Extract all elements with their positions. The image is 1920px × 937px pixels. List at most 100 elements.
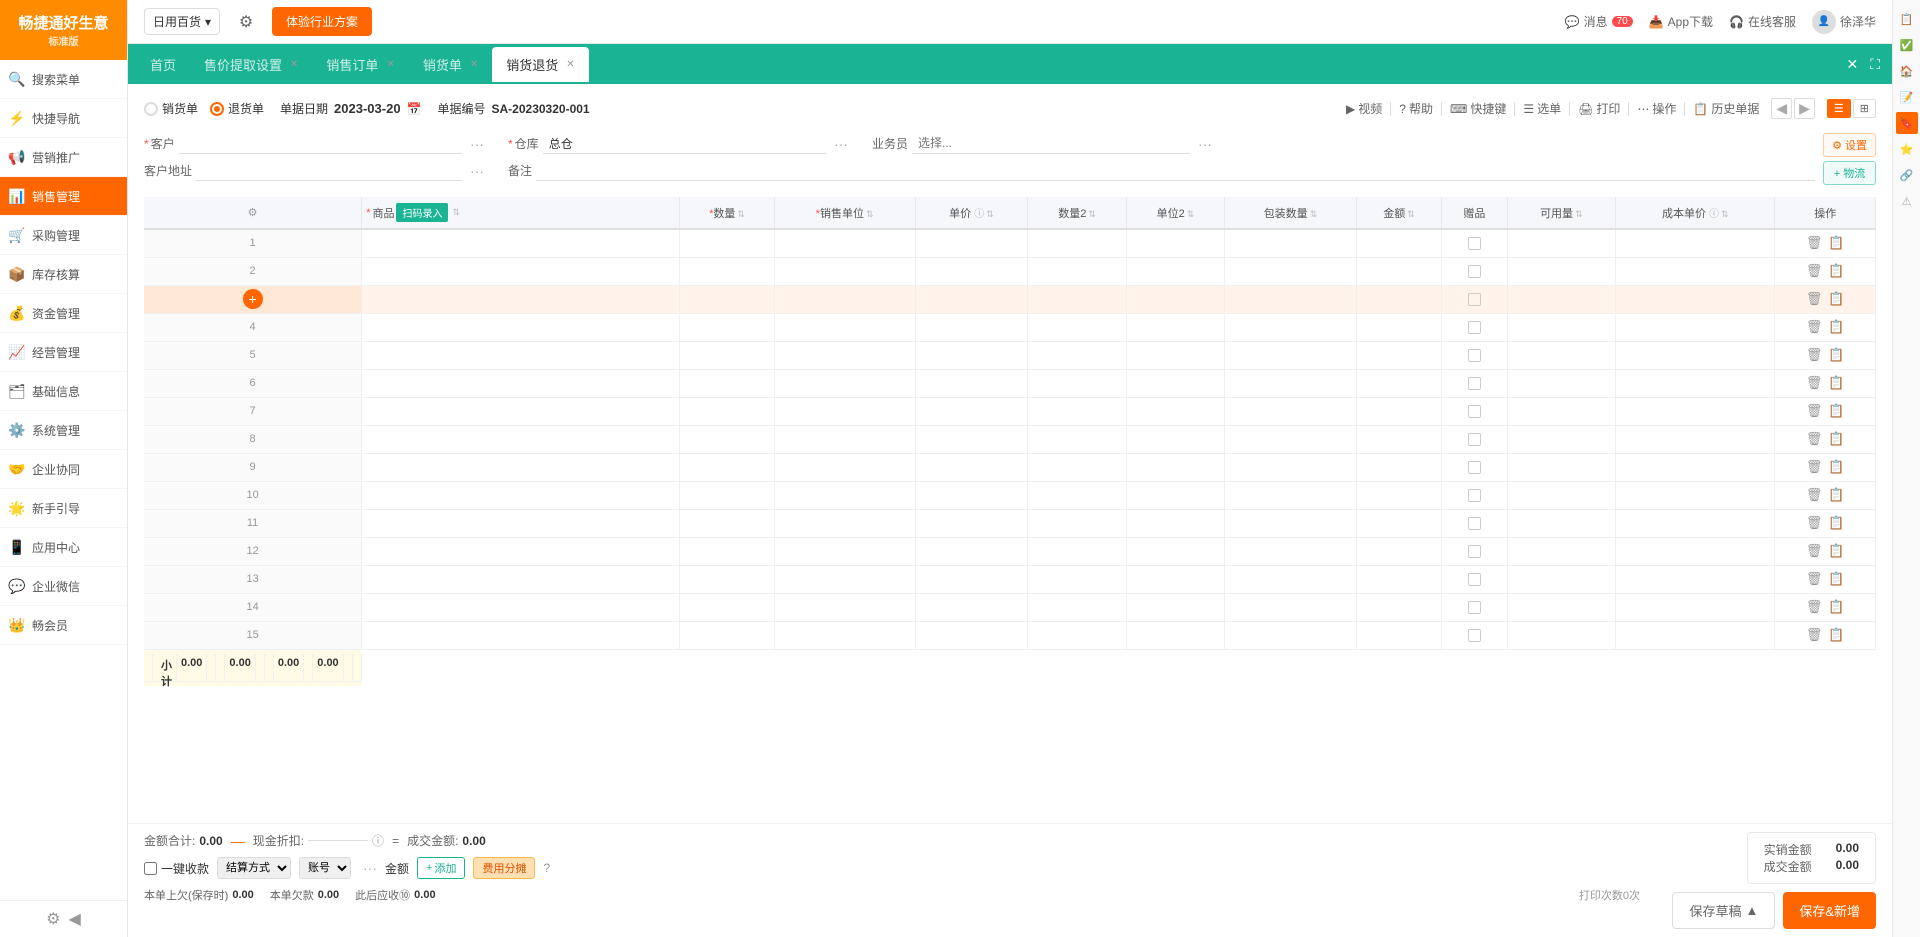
delete-row-icon-6[interactable]: 🗑	[1806, 403, 1823, 419]
float-btn-3[interactable]: 🏠	[1896, 60, 1918, 82]
add-payment-btn[interactable]: + 添加	[417, 857, 465, 879]
tab-close-price-setting[interactable]: ✕	[290, 59, 298, 70]
sidebar-item-newbie[interactable]: 🌟 新手引导	[0, 489, 127, 528]
copy-row-icon-8[interactable]: 📋	[1828, 459, 1844, 475]
copy-row-icon-1[interactable]: 📋	[1828, 263, 1844, 279]
gift-checkbox-3[interactable]	[1468, 321, 1481, 334]
sidebar-item-inventory[interactable]: 📦 库存核算	[0, 255, 127, 294]
delete-row-icon-14[interactable]: 🗑	[1806, 627, 1823, 643]
sidebar-item-member[interactable]: 👑 畅会员	[0, 606, 127, 645]
copy-row-icon-13[interactable]: 📋	[1828, 599, 1844, 615]
gift-checkbox-11[interactable]	[1468, 545, 1481, 558]
float-btn-4[interactable]: 📝	[1896, 86, 1918, 108]
salesperson-input[interactable]	[912, 133, 1190, 154]
gift-checkbox-2[interactable]	[1468, 293, 1481, 306]
delete-row-icon-0[interactable]: 🗑	[1806, 235, 1823, 251]
sidebar-item-enterprise[interactable]: 🤝 企业协同	[0, 450, 127, 489]
delete-row-icon-1[interactable]: 🗑	[1806, 263, 1823, 279]
copy-row-icon-4[interactable]: 📋	[1828, 347, 1844, 363]
delete-row-icon-3[interactable]: 🗑	[1806, 319, 1823, 335]
message-button[interactable]: 💬 消息 70	[1565, 13, 1633, 30]
float-btn-2[interactable]: ✅	[1896, 34, 1918, 56]
history-toolbar-btn[interactable]: 📋 历史单据	[1693, 100, 1759, 117]
account-select[interactable]: 账号	[299, 857, 351, 879]
float-btn-5[interactable]: 🔖	[1896, 112, 1918, 134]
customer-input[interactable]	[179, 133, 462, 154]
product-input-2[interactable]	[366, 293, 675, 305]
sidebar-item-basic[interactable]: 🗂 基础信息	[0, 372, 127, 411]
calendar-icon[interactable]: 📅	[407, 102, 422, 116]
customer-select-btn[interactable]: ···	[470, 136, 484, 152]
discount-info-icon[interactable]: ⓘ	[372, 832, 384, 849]
copy-row-icon-12[interactable]: 📋	[1828, 571, 1844, 587]
sidebar-item-appstore[interactable]: 📱 应用中心	[0, 528, 127, 567]
copy-row-icon-9[interactable]: 📋	[1828, 487, 1844, 503]
gift-checkbox-6[interactable]	[1468, 405, 1481, 418]
address-select-btn[interactable]: ···	[470, 163, 484, 179]
copy-row-icon-7[interactable]: 📋	[1828, 431, 1844, 447]
prev-record-btn[interactable]: ◀	[1771, 98, 1792, 119]
list-view-btn[interactable]: ⊞	[1853, 99, 1876, 118]
account-more-btn[interactable]: ···	[363, 860, 377, 876]
gift-checkbox-8[interactable]	[1468, 461, 1481, 474]
video-toolbar-btn[interactable]: ▶ 视频	[1346, 100, 1382, 117]
delete-row-icon-8[interactable]: 🗑	[1806, 459, 1823, 475]
float-btn-6[interactable]: ⭐	[1896, 138, 1918, 160]
gift-checkbox-5[interactable]	[1468, 377, 1481, 390]
user-menu-button[interactable]: 👤 徐泽华	[1812, 10, 1876, 34]
settings-icon[interactable]: ⚙	[46, 909, 60, 929]
next-record-btn[interactable]: ▶	[1794, 98, 1815, 119]
operation-toolbar-btn[interactable]: ⋯ 操作	[1637, 100, 1676, 117]
delete-row-icon-2[interactable]: 🗑	[1806, 291, 1823, 307]
settings-extra-btn[interactable]: ⚙ 设置	[1823, 133, 1876, 157]
address-input[interactable]	[196, 160, 462, 181]
gift-checkbox-4[interactable]	[1468, 349, 1481, 362]
sidebar-item-operation[interactable]: 📈 经营管理	[0, 333, 127, 372]
gift-checkbox-10[interactable]	[1468, 517, 1481, 530]
sidebar-item-marketing[interactable]: 📢 营销推广	[0, 138, 127, 177]
sidebar-item-wechat[interactable]: 💬 企业微信	[0, 567, 127, 606]
settlement-method-select[interactable]: 结算方式	[217, 857, 291, 879]
remark-input[interactable]	[536, 160, 1815, 181]
copy-row-icon-14[interactable]: 📋	[1828, 627, 1844, 643]
daily-category-select[interactable]: 日用百货 ▾	[144, 8, 220, 35]
copy-row-icon-0[interactable]: 📋	[1828, 235, 1844, 251]
shortcut-toolbar-btn[interactable]: ⌨ 快捷键	[1450, 100, 1506, 117]
print-toolbar-btn[interactable]: 🖨 打印	[1578, 100, 1620, 117]
float-btn-8[interactable]: ⚠	[1896, 190, 1918, 212]
split-cost-btn[interactable]: 费用分摊	[473, 857, 535, 879]
gift-checkbox-1[interactable]	[1468, 265, 1481, 278]
tab-sales-delivery[interactable]: 销货单✕	[409, 47, 492, 82]
tab-close-sales-delivery[interactable]: ✕	[470, 59, 478, 70]
grid-view-btn[interactable]: ☰	[1827, 99, 1851, 118]
gift-checkbox-12[interactable]	[1468, 573, 1481, 586]
delete-row-icon-7[interactable]: 🗑	[1806, 431, 1823, 447]
sidebar-item-finance[interactable]: 💰 资金管理	[0, 294, 127, 333]
copy-row-icon-10[interactable]: 📋	[1828, 515, 1844, 531]
warehouse-input[interactable]	[543, 133, 826, 154]
tab-sales-return[interactable]: 销货退货✕	[492, 47, 588, 82]
tab-close-sales-return[interactable]: ✕	[566, 59, 574, 70]
collapse-icon[interactable]: ◀	[69, 909, 81, 929]
sales-radio[interactable]: 销货单	[144, 100, 198, 117]
save-new-button[interactable]: 保存&新增	[1783, 892, 1876, 929]
warehouse-select-btn[interactable]: ···	[834, 136, 848, 152]
copy-row-icon-5[interactable]: 📋	[1828, 375, 1844, 391]
copy-row-icon-6[interactable]: 📋	[1828, 403, 1844, 419]
select-toolbar-btn[interactable]: ☰ 选单	[1523, 100, 1561, 117]
experience-button[interactable]: 体验行业方案	[272, 7, 372, 36]
delete-row-icon-12[interactable]: 🗑	[1806, 571, 1823, 587]
delete-row-icon-10[interactable]: 🗑	[1806, 515, 1823, 531]
delete-row-icon-5[interactable]: 🗑	[1806, 375, 1823, 391]
one-click-pay-check[interactable]	[144, 862, 157, 875]
sidebar-item-purchase[interactable]: 🛒 采购管理	[0, 216, 127, 255]
help-toolbar-btn[interactable]: ? 帮助	[1399, 100, 1433, 117]
float-btn-7[interactable]: 🔗	[1896, 164, 1918, 186]
save-draft-button[interactable]: 保存草稿 ▲	[1672, 892, 1775, 929]
logistics-extra-btn[interactable]: + 物流	[1823, 161, 1876, 185]
delete-row-icon-4[interactable]: 🗑	[1806, 347, 1823, 363]
tab-close-sales-order[interactable]: ✕	[386, 59, 394, 70]
copy-row-icon-11[interactable]: 📋	[1828, 543, 1844, 559]
one-click-pay-checkbox[interactable]: 一键收款	[144, 860, 209, 877]
delete-row-icon-13[interactable]: 🗑	[1806, 599, 1823, 615]
